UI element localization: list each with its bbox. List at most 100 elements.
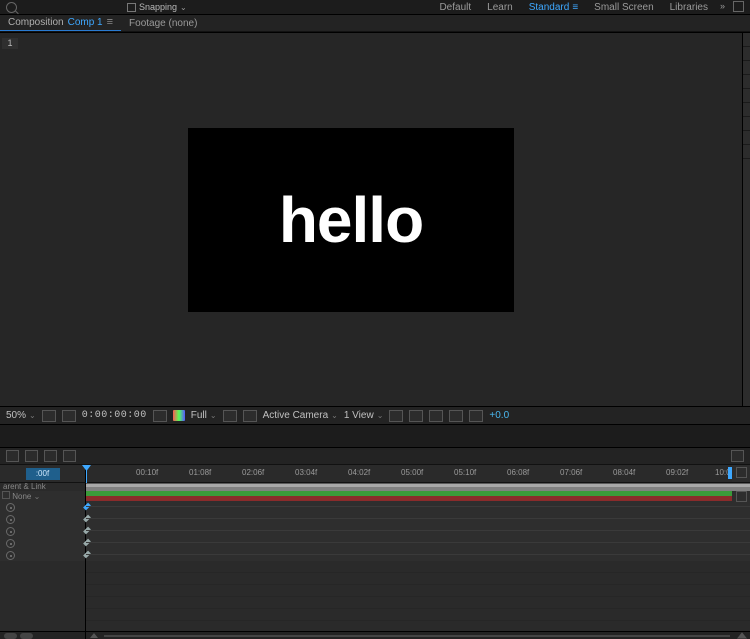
parent-value: None: [12, 492, 31, 501]
ruler-tick: 05:00f: [401, 468, 423, 477]
ruler-tick: 06:08f: [507, 468, 529, 477]
zoom-dropdown[interactable]: 50% ⌄: [6, 410, 36, 421]
ruler-tick: 08:04f: [613, 468, 635, 477]
snapping-label: Snapping: [139, 2, 177, 12]
composition-canvas[interactable]: hello: [188, 128, 514, 312]
resolution-dropdown[interactable]: Full ⌄: [191, 410, 217, 421]
view-option-icon[interactable]: [389, 410, 403, 422]
region-icon[interactable]: [243, 410, 257, 422]
layer-switch-icon[interactable]: [63, 450, 76, 462]
time-ruler[interactable]: 00:10f 01:08f 02:06f 03:04f 04:02f 05:00…: [86, 465, 732, 482]
more-workspaces-icon[interactable]: »: [720, 1, 725, 14]
workspace-standard[interactable]: Standard ≡: [525, 1, 582, 14]
workspace-standard-label: Standard: [529, 2, 570, 13]
chevron-down-icon: ⌄: [29, 411, 36, 420]
zoom-in-icon[interactable]: [737, 632, 747, 639]
graph-editor-icon[interactable]: [731, 450, 744, 462]
views-value: 1 View: [344, 410, 374, 421]
layer-switch-icon[interactable]: [25, 450, 38, 462]
stopwatch-icon[interactable]: [6, 503, 15, 512]
current-timecode[interactable]: 0:00:00:00: [82, 410, 147, 421]
tab-menu-icon[interactable]: ≡: [107, 17, 113, 28]
ruler-tick: 02:06f: [242, 468, 264, 477]
toggle-switches-icon[interactable]: [4, 633, 17, 639]
menu-icon: ≡: [572, 2, 578, 13]
composition-name: Comp 1: [68, 17, 103, 28]
checkbox-icon: [127, 3, 136, 12]
stopwatch-icon[interactable]: [6, 551, 15, 560]
workspace-bar: Snapping ⌄ Default Learn Standard ≡ Smal…: [0, 0, 750, 14]
transform-properties: [0, 501, 750, 561]
panel-gap: [0, 425, 750, 447]
camera-value: Active Camera: [263, 410, 329, 421]
zoom-out-icon[interactable]: [90, 633, 98, 638]
zoom-slider[interactable]: [86, 632, 750, 639]
channel-icon[interactable]: [173, 410, 185, 421]
layer-row[interactable]: None ⌄: [0, 491, 750, 501]
chevron-down-icon: ⌄: [377, 411, 384, 420]
property-row[interactable]: [0, 537, 750, 549]
resolution-value: Full: [191, 410, 207, 421]
zoom-value: 50%: [6, 410, 26, 421]
chevron-down-icon: ⌄: [34, 492, 41, 501]
footage-tab[interactable]: Footage (none): [121, 18, 205, 29]
composition-tab[interactable]: Composition Comp 1 ≡: [0, 15, 121, 31]
pickwhip-icon[interactable]: [2, 491, 10, 499]
property-row[interactable]: [0, 525, 750, 537]
view-option-icon[interactable]: [469, 410, 483, 422]
ruler-tick: 00:10f: [136, 468, 158, 477]
property-row[interactable]: [0, 513, 750, 525]
workspace-default[interactable]: Default: [435, 1, 475, 14]
work-area-bar[interactable]: [86, 483, 750, 491]
timeline-header: [0, 447, 750, 465]
parent-link-header: arent & Link: [0, 483, 86, 491]
layer-duration-bar[interactable]: [86, 491, 732, 501]
stopwatch-icon[interactable]: [6, 527, 15, 536]
camera-dropdown[interactable]: Active Camera ⌄: [263, 410, 338, 421]
ruler-tick: 01:08f: [189, 468, 211, 477]
view-option-icon[interactable]: [429, 410, 443, 422]
playhead-time: :00f: [26, 468, 60, 480]
views-dropdown[interactable]: 1 View ⌄: [344, 410, 384, 421]
property-row[interactable]: [0, 501, 750, 513]
current-time-indicator[interactable]: [86, 465, 87, 483]
panel-icon[interactable]: [733, 1, 744, 12]
view-option-icon[interactable]: [409, 410, 423, 422]
view-option-icon[interactable]: [449, 410, 463, 422]
chevron-down-icon: ⌄: [180, 3, 187, 12]
composition-viewer[interactable]: 1 hello: [0, 32, 750, 407]
playhead-chip[interactable]: :00f: [0, 465, 86, 482]
chevron-down-icon: ⌄: [210, 411, 217, 420]
property-row[interactable]: [0, 549, 750, 561]
timeline-zoom-row: [0, 631, 750, 639]
layer-switch-icon[interactable]: [6, 450, 19, 462]
workspace-small-screen[interactable]: Small Screen: [590, 1, 657, 14]
tab-prefix: Composition: [8, 17, 64, 28]
stopwatch-icon[interactable]: [6, 539, 15, 548]
ruler-tick: 03:04f: [295, 468, 317, 477]
viewer-footer: 50% ⌄ 0:00:00:00 Full ⌄ Active Camera ⌄ …: [0, 407, 750, 425]
ruler-tick: 07:06f: [560, 468, 582, 477]
empty-track-area[interactable]: [0, 561, 750, 631]
workspace-libraries[interactable]: Libraries: [666, 1, 712, 14]
snapshot-icon[interactable]: [153, 410, 167, 422]
time-ruler-row: :00f 00:10f 01:08f 02:06f 03:04f 04:02f …: [0, 465, 750, 483]
stopwatch-icon[interactable]: [6, 515, 15, 524]
workspace-learn[interactable]: Learn: [483, 1, 517, 14]
transparency-icon[interactable]: [223, 410, 237, 422]
work-area-row: arent & Link: [0, 483, 750, 491]
layer-switch-icon[interactable]: [44, 450, 57, 462]
exposure-value[interactable]: +0.0: [489, 410, 509, 421]
ruler-tick: 09:02f: [666, 468, 688, 477]
grid-icon[interactable]: [42, 410, 56, 422]
search-icon[interactable]: [6, 2, 17, 13]
workspace-switcher: Default Learn Standard ≡ Small Screen Li…: [435, 1, 750, 14]
viewer-number-badge: 1: [2, 38, 18, 49]
parent-dropdown[interactable]: None ⌄: [2, 492, 40, 501]
text-layer-content: hello: [279, 183, 423, 257]
snapping-toggle[interactable]: Snapping ⌄: [127, 2, 187, 12]
comp-marker-icon[interactable]: [736, 467, 747, 478]
ruler-tick: 04:02f: [348, 468, 370, 477]
toggle-switches-icon[interactable]: [20, 633, 33, 639]
mask-icon[interactable]: [62, 410, 76, 422]
